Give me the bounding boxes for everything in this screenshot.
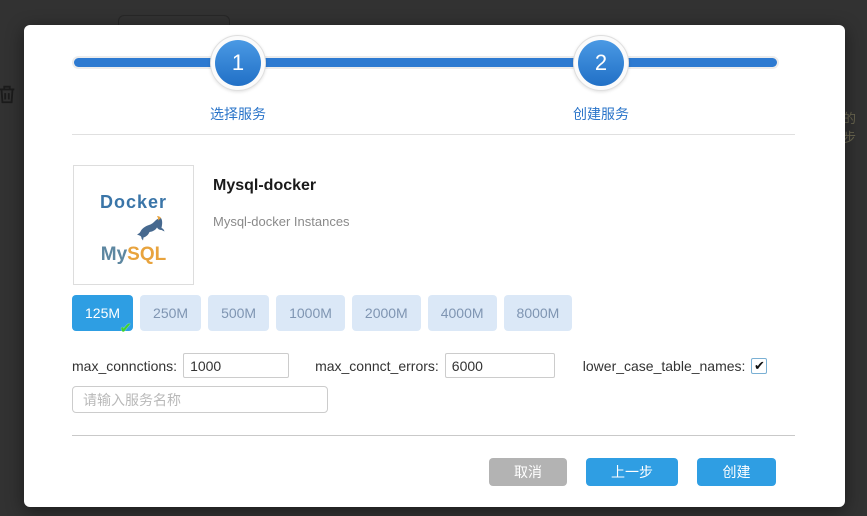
step-2-label: 创建服务 bbox=[573, 106, 629, 122]
step-1-ring: 1 bbox=[210, 35, 266, 91]
wizard-step-select-service: 1 选择服务 bbox=[168, 35, 308, 124]
step-2-ring: 2 bbox=[573, 35, 629, 91]
docker-logo-text: Docker bbox=[99, 192, 168, 212]
mysql-dolphin-icon bbox=[131, 215, 165, 246]
service-name-input[interactable] bbox=[72, 386, 328, 413]
background-cut-text: 的 步 bbox=[843, 111, 857, 145]
memory-size-options: 125M ✔ 250M 500M 1000M 2000M 4000M 8000M bbox=[72, 295, 573, 337]
max-connect-errors-label: max_connct_errors: bbox=[315, 357, 439, 374]
memory-option-125m[interactable]: 125M ✔ bbox=[72, 295, 134, 337]
lower-case-table-names-label: lower_case_table_names: bbox=[582, 357, 746, 374]
step-1-circle: 1 bbox=[215, 40, 261, 86]
step-1-label: 选择服务 bbox=[210, 106, 266, 122]
max-connections-input[interactable] bbox=[183, 353, 290, 378]
max-connections-label: max_connctions: bbox=[72, 357, 178, 374]
create-service-dialog: 1 选择服务 2 创建服务 Docker MySQL Mysql-docker … bbox=[24, 25, 845, 507]
parameters-row: max_connctions: max_connct_errors: lower… bbox=[72, 353, 768, 378]
dialog-footer: 取消 上一步 创建 bbox=[489, 458, 776, 486]
service-title: Mysql-docker bbox=[213, 177, 317, 194]
mysql-logo-sql: SQL bbox=[127, 244, 167, 265]
header-divider bbox=[72, 134, 795, 135]
memory-option-4000m[interactable]: 4000M bbox=[427, 295, 497, 331]
page-background: { "background": { "right_text_lines": { … bbox=[0, 0, 867, 516]
mysql-logo-text: MySQL bbox=[101, 244, 166, 266]
footer-divider bbox=[72, 435, 795, 436]
wizard-step-create-service: 2 创建服务 bbox=[531, 35, 671, 124]
memory-option-250m[interactable]: 250M bbox=[140, 295, 202, 331]
service-logo-card: Docker MySQL bbox=[73, 165, 194, 285]
memory-option-500m[interactable]: 500M bbox=[208, 295, 270, 331]
memory-option-8000m[interactable]: 8000M bbox=[503, 295, 573, 331]
max-connect-errors-input[interactable] bbox=[444, 353, 555, 378]
memory-option-2000m[interactable]: 2000M bbox=[351, 295, 421, 331]
previous-step-button[interactable]: 上一步 bbox=[586, 458, 678, 486]
lower-case-table-names-checkbox[interactable]: ✔ bbox=[751, 357, 768, 374]
create-button[interactable]: 创建 bbox=[697, 458, 776, 486]
memory-option-1000m[interactable]: 1000M bbox=[276, 295, 345, 331]
step-2-circle: 2 bbox=[578, 40, 624, 86]
mysql-logo-my: My bbox=[100, 244, 128, 265]
trash-icon bbox=[0, 83, 18, 110]
service-subtitle: Mysql-docker Instances bbox=[213, 214, 350, 229]
cancel-button[interactable]: 取消 bbox=[489, 458, 567, 486]
selected-check-icon: ✔ bbox=[119, 320, 133, 337]
